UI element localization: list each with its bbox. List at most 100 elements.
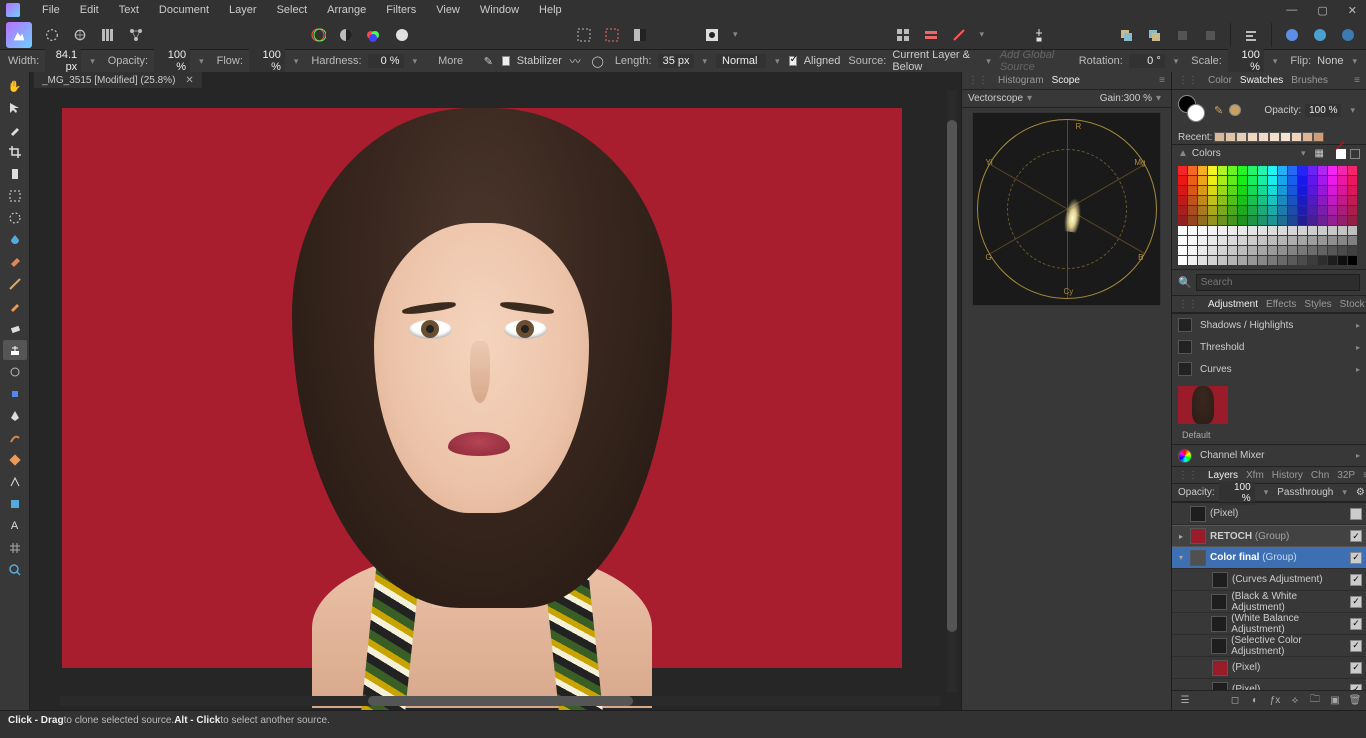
color-swatch[interactable]	[1298, 206, 1307, 215]
color-swatch[interactable]	[1268, 186, 1277, 195]
channel-mixer-item[interactable]: Channel Mixer ▸	[1172, 444, 1366, 466]
color-swatch[interactable]	[1228, 166, 1237, 175]
color-swatch[interactable]	[1288, 186, 1297, 195]
color-swatch[interactable]	[1268, 206, 1277, 215]
assistant-icon[interactable]	[1280, 23, 1304, 47]
color-swatch[interactable]	[1238, 186, 1247, 195]
color-swatch[interactable]	[1248, 166, 1257, 175]
color-swatch[interactable]	[1218, 196, 1227, 205]
color-swatch[interactable]	[1258, 176, 1267, 185]
brush-preset-icon[interactable]: ✎	[479, 49, 497, 73]
color-swatch[interactable]	[1338, 236, 1347, 245]
freehand-select-tool-icon[interactable]	[3, 208, 27, 228]
layer-visibility-checkbox[interactable]: ✓	[1350, 618, 1362, 630]
menu-arrange[interactable]: Arrange	[317, 1, 376, 19]
color-swatch[interactable]	[1278, 186, 1287, 195]
color-swatch[interactable]	[1178, 246, 1187, 255]
color-swatch[interactable]	[1318, 206, 1327, 215]
color-swatch[interactable]	[1308, 196, 1317, 205]
recent-swatch[interactable]	[1214, 132, 1225, 142]
layer-visibility-checkbox[interactable]	[1350, 508, 1362, 520]
color-swatch[interactable]	[1238, 256, 1247, 265]
hardness-input[interactable]: 0 %	[368, 54, 404, 68]
menu-view[interactable]: View	[426, 1, 470, 19]
color-swatch[interactable]	[1188, 166, 1197, 175]
color-swatch[interactable]	[1218, 236, 1227, 245]
liquify-persona-icon[interactable]	[40, 23, 64, 47]
scope-mode-dropdown[interactable]: Vectorscope	[968, 93, 1023, 104]
color-swatch[interactable]	[1338, 166, 1347, 175]
color-swatch[interactable]	[1258, 186, 1267, 195]
color-swatch[interactable]	[1258, 226, 1267, 235]
tab-brushes[interactable]: Brushes	[1291, 75, 1328, 86]
color-swatch[interactable]	[1348, 206, 1357, 215]
color-swatch[interactable]	[1208, 236, 1217, 245]
color-swatch[interactable]	[1278, 226, 1287, 235]
tab-styles[interactable]: Styles	[1304, 299, 1331, 310]
color-swatch[interactable]	[1328, 206, 1337, 215]
color-swatch[interactable]	[1248, 186, 1257, 195]
color-swatch[interactable]	[1198, 246, 1207, 255]
palette-dropdown[interactable]: Colors	[1192, 148, 1221, 159]
color-swatch[interactable]	[1188, 246, 1197, 255]
menu-select[interactable]: Select	[267, 1, 318, 19]
new-layer-icon[interactable]: ▣	[1328, 694, 1342, 708]
color-swatch[interactable]	[1308, 256, 1317, 265]
selection-brush-tool-icon[interactable]	[3, 164, 27, 184]
color-swatch[interactable]	[1258, 166, 1267, 175]
color-swatch[interactable]	[1248, 236, 1257, 245]
tab-history[interactable]: History	[1272, 470, 1303, 481]
tab-scope[interactable]: Scope	[1052, 75, 1080, 86]
layer-row[interactable]: ▸RETOCH (Group)✓	[1172, 525, 1366, 547]
color-swatch[interactable]	[1348, 226, 1357, 235]
color-swatch[interactable]	[1318, 216, 1327, 225]
color-swatch[interactable]	[1208, 206, 1217, 215]
color-swatch[interactable]	[1318, 176, 1327, 185]
color-swatch[interactable]	[1288, 216, 1297, 225]
shape-tool-icon[interactable]	[3, 450, 27, 470]
color-swatch[interactable]	[1178, 206, 1187, 215]
move-forward-icon[interactable]	[1142, 23, 1166, 47]
recent-swatch[interactable]	[1236, 132, 1247, 142]
develop-persona-icon[interactable]	[68, 23, 92, 47]
color-swatch[interactable]	[1338, 256, 1347, 265]
color-swatch[interactable]	[1348, 236, 1357, 245]
blend-mode-dropdown[interactable]: Normal	[716, 54, 766, 68]
help-icon[interactable]	[1336, 23, 1360, 47]
color-swatch[interactable]	[1338, 186, 1347, 195]
layer-row[interactable]: ▾Color final (Group)✓	[1172, 547, 1366, 569]
color-swatch[interactable]	[1308, 206, 1317, 215]
color-swatch[interactable]	[1178, 216, 1187, 225]
color-swatch[interactable]	[1328, 216, 1337, 225]
color-swatch[interactable]	[1328, 226, 1337, 235]
color-swatch[interactable]	[1188, 216, 1197, 225]
layer-opacity-input[interactable]: 100 %	[1219, 481, 1255, 505]
swatch-search-input[interactable]	[1196, 274, 1360, 291]
color-swatch[interactable]	[1328, 196, 1337, 205]
color-swatch[interactable]	[1188, 186, 1197, 195]
close-tab-icon[interactable]: ✕	[185, 75, 193, 86]
arrange-stack-icon[interactable]	[919, 23, 943, 47]
layer-visibility-checkbox[interactable]: ✓	[1350, 574, 1362, 586]
color-swatch[interactable]	[1228, 196, 1237, 205]
color-swatch[interactable]	[1218, 166, 1227, 175]
gain-input[interactable]: 300 %	[1124, 93, 1152, 104]
color-swatch[interactable]	[1278, 216, 1287, 225]
color-swatch[interactable]	[1228, 176, 1237, 185]
color-swatch[interactable]	[1218, 246, 1227, 255]
opacity-input[interactable]: 100 %	[154, 48, 190, 74]
menu-window[interactable]: Window	[470, 1, 529, 19]
color-swatch[interactable]	[1258, 236, 1267, 245]
marquee-tool-icon[interactable]	[3, 186, 27, 206]
color-swatch[interactable]	[1338, 226, 1347, 235]
color-swatch[interactable]	[1278, 206, 1287, 215]
color-swatch[interactable]	[1238, 226, 1247, 235]
move-front-icon[interactable]	[1114, 23, 1138, 47]
smudge-tool-icon[interactable]	[3, 428, 27, 448]
layer-visibility-checkbox[interactable]: ✓	[1350, 530, 1362, 542]
color-swatch[interactable]	[1318, 166, 1327, 175]
node-tool-icon[interactable]	[3, 472, 27, 492]
flip-dropdown[interactable]: None	[1317, 55, 1343, 67]
color-swatch[interactable]	[1268, 246, 1277, 255]
color-swatch[interactable]	[1338, 246, 1347, 255]
